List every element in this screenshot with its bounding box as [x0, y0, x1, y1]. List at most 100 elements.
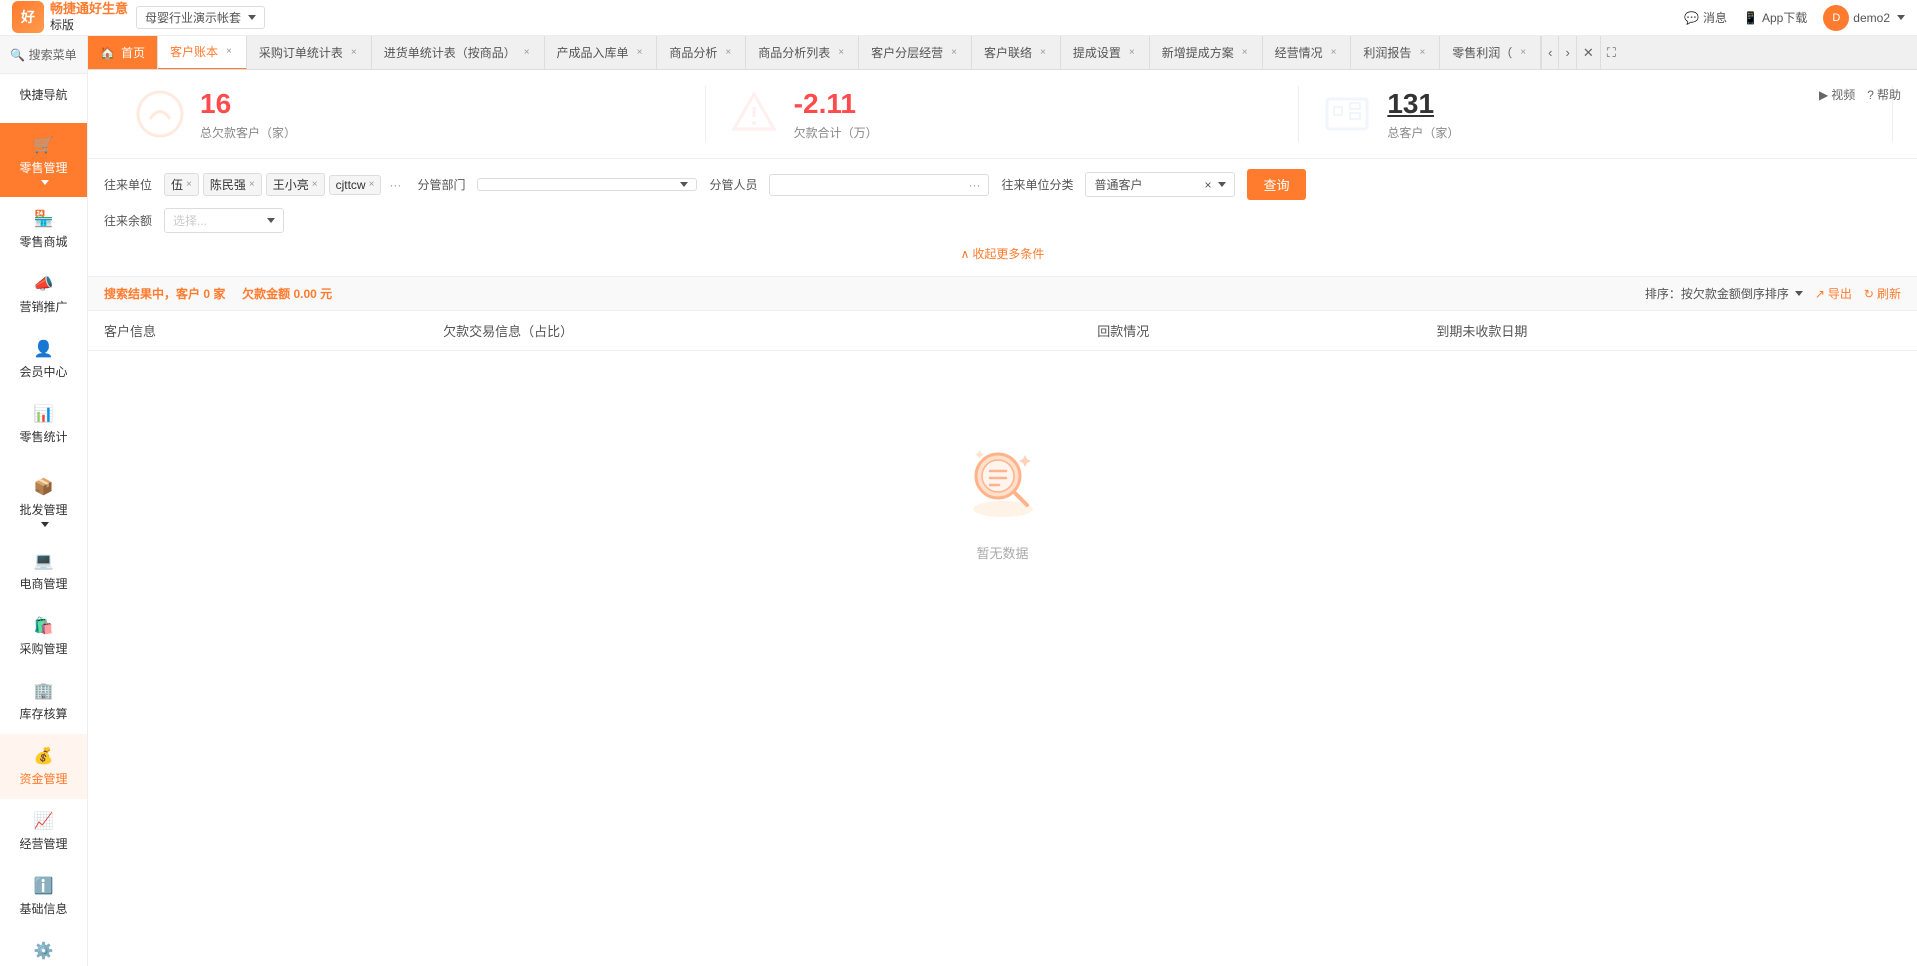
remove-cjttcw-btn[interactable]: × [369, 179, 375, 190]
stat-total-label: 欠款合计（万） [794, 124, 878, 141]
sidebar-item-basic-info[interactable]: ℹ️ 基础信息 [0, 864, 87, 929]
help-icon: ? [1867, 88, 1874, 102]
retail-mall-icon: 🏪 [34, 209, 54, 229]
retail-stats-icon: 📊 [34, 404, 54, 424]
message-btn[interactable]: 💬 消息 [1684, 9, 1727, 26]
app-icon: 📱 [1743, 11, 1758, 25]
dept-select[interactable] [477, 178, 697, 191]
manager-select[interactable]: ··· [769, 174, 989, 196]
table-area: 客户信息 欠款交易信息（占比） 回款情况 到期未收款日期 [88, 311, 1917, 966]
dropdown-chevron-icon [248, 15, 256, 20]
top-bar-right: 💬 消息 📱 App下载 D demo2 [1684, 5, 1905, 31]
members-icon: 👤 [34, 339, 54, 359]
field1-label: 往来单位 [104, 176, 152, 193]
help-btn[interactable]: ? 帮助 [1867, 86, 1901, 103]
query-btn[interactable]: 查询 [1247, 169, 1305, 200]
tab-close-new-promotion[interactable]: × [1240, 46, 1250, 59]
tab-purchase-stats[interactable]: 进货单统计表（按商品） × [372, 36, 545, 70]
export-btn[interactable]: ↗ 导出 [1815, 285, 1852, 302]
field2-label: 分管部门 [417, 176, 465, 193]
tab-close-customer-tier[interactable]: × [949, 46, 959, 59]
tab-purchase-order[interactable]: 采购订单统计表 × [247, 36, 372, 70]
tab-scroll-right[interactable]: › [1558, 36, 1575, 70]
sidebar-item-ops[interactable]: 📈 经营管理 [0, 799, 87, 864]
remove-wu-btn[interactable]: × [186, 179, 192, 190]
tab-operations[interactable]: 经营情况 × [1263, 36, 1352, 70]
sidebar-item-marketing[interactable]: 📣 营销推广 [0, 262, 87, 327]
refresh-icon: ↻ [1864, 287, 1874, 301]
col-repayment: 回款情况 [1081, 311, 1420, 351]
result-info: 搜索结果中，客户 0 家 欠款金额 0.00 元 [104, 285, 332, 302]
stat-total-customers: 131 总客户（家） [1299, 86, 1893, 142]
tab-scroll-left[interactable]: ‹ [1541, 36, 1558, 70]
tab-close-operations[interactable]: × [1329, 46, 1339, 59]
sidebar-item-retail-mall[interactable]: 🏪 零售商城 [0, 197, 87, 262]
field4-label: 往来单位分类 [1001, 176, 1073, 193]
tab-close-product-analysis[interactable]: × [723, 46, 733, 59]
dept-chevron-icon [680, 182, 688, 187]
remove-chenminqiang-btn[interactable]: × [249, 179, 255, 190]
tab-product-analysis-list[interactable]: 商品分析列表 × [746, 36, 859, 70]
field3-label: 分管人员 [709, 176, 757, 193]
remove-normal-customer-btn[interactable]: × [1204, 178, 1211, 192]
sidebar-item-members[interactable]: 👤 会员中心 [0, 327, 87, 392]
sort-select[interactable]: 排序：按欠款金额倒序排序 [1645, 285, 1803, 302]
stat-overdue-label: 总欠款客户（家） [200, 124, 296, 141]
col-overdue-info: 欠款交易信息（占比） [427, 311, 1081, 351]
ops-icon: 📈 [34, 811, 54, 831]
tab-close-purchase-stats[interactable]: × [522, 46, 532, 59]
sidebar-item-ecommerce[interactable]: 💻 电商管理 [0, 539, 87, 604]
app-download-btn[interactable]: 📱 App下载 [1743, 9, 1807, 26]
field1-tags: 伍 × 陈民强 × 王小亮 × cjttcw × ··· [164, 173, 405, 196]
tab-product-inbound[interactable]: 产成品入库单 × [545, 36, 658, 70]
tab-retail-profit[interactable]: 零售利润（ × [1440, 36, 1541, 70]
result-bar: 搜索结果中，客户 0 家 欠款金额 0.00 元 排序：按欠款金额倒序排序 ↗ … [88, 277, 1917, 311]
balance-select[interactable]: 选择... [164, 208, 284, 233]
tab-close-product-inbound[interactable]: × [635, 46, 645, 59]
tab-close-promotion-settings[interactable]: × [1127, 46, 1137, 59]
tab-profit-report[interactable]: 利润报告 × [1351, 36, 1440, 70]
tab-close-product-analysis-list[interactable]: × [836, 46, 846, 59]
tab-new-promotion[interactable]: 新增提成方案 × [1150, 36, 1263, 70]
col-due-date: 到期未收款日期 [1420, 311, 1917, 351]
remove-wangxiaoliang-btn[interactable]: × [312, 179, 318, 190]
unit-class-select[interactable]: 普通客户 × [1085, 172, 1235, 197]
filter-more-tags[interactable]: ··· [385, 176, 405, 194]
empty-state: 暂无数据 [88, 351, 1917, 642]
tab-close-purchase-order[interactable]: × [349, 46, 359, 59]
user-menu[interactable]: D demo2 [1823, 5, 1905, 31]
system-icon: ⚙️ [34, 941, 54, 961]
chevron-icon [41, 180, 49, 185]
tab-close-all[interactable]: ✕ [1576, 36, 1600, 70]
sidebar-item-finance[interactable]: 💰 资金管理 [0, 734, 87, 799]
sidebar-item-wholesale[interactable]: 📦 批发管理 [0, 465, 87, 539]
tab-fullscreen[interactable]: ⛶ [1600, 36, 1622, 70]
stats-actions: ▶ 视频 ? 帮助 [1819, 86, 1901, 103]
marketing-icon: 📣 [34, 274, 54, 294]
content-area: 🏠 首页 客户账本 × 采购订单统计表 × 进货单统计表（按商品） × 产成品入… [88, 36, 1917, 966]
sidebar-item-purchase[interactable]: 🛍️ 采购管理 [0, 604, 87, 669]
logo-area: 好 畅捷通好生意 标版 [12, 1, 128, 33]
top-bar-left: 好 畅捷通好生意 标版 母婴行业演示帐套 [12, 1, 265, 33]
sidebar-item-quick-nav[interactable]: 快捷导航 [0, 74, 87, 115]
ecommerce-icon: 💻 [34, 551, 54, 571]
tab-home[interactable]: 🏠 首页 [88, 36, 158, 70]
tab-close-customer-account[interactable]: × [224, 45, 234, 58]
tab-product-analysis[interactable]: 商品分析 × [657, 36, 746, 70]
sidebar-item-retail-stats[interactable]: 📊 零售统计 [0, 392, 87, 457]
sidebar-search[interactable]: 🔍 搜索菜单 [0, 36, 87, 74]
tab-customer-contact[interactable]: 客户联络 × [972, 36, 1061, 70]
tab-close-customer-contact[interactable]: × [1038, 46, 1048, 59]
refresh-btn[interactable]: ↻ 刷新 [1864, 285, 1901, 302]
tab-close-profit-report[interactable]: × [1417, 46, 1427, 59]
video-btn[interactable]: ▶ 视频 [1819, 86, 1855, 103]
sidebar-item-inventory[interactable]: 🏢 库存核算 [0, 669, 87, 734]
collapse-btn[interactable]: ∧ 收起更多条件 [961, 245, 1045, 262]
tab-customer-account[interactable]: 客户账本 × [158, 36, 247, 70]
account-dropdown[interactable]: 母婴行业演示帐套 [136, 6, 265, 29]
sidebar-item-system[interactable]: ⚙️ 系统管理 [0, 929, 87, 966]
tab-customer-tier[interactable]: 客户分层经营 × [859, 36, 972, 70]
tab-close-retail-profit[interactable]: × [1518, 46, 1528, 59]
sidebar-item-retail-mgmt[interactable]: 🛒 零售管理 [0, 123, 87, 197]
tab-promotion-settings[interactable]: 提成设置 × [1061, 36, 1150, 70]
